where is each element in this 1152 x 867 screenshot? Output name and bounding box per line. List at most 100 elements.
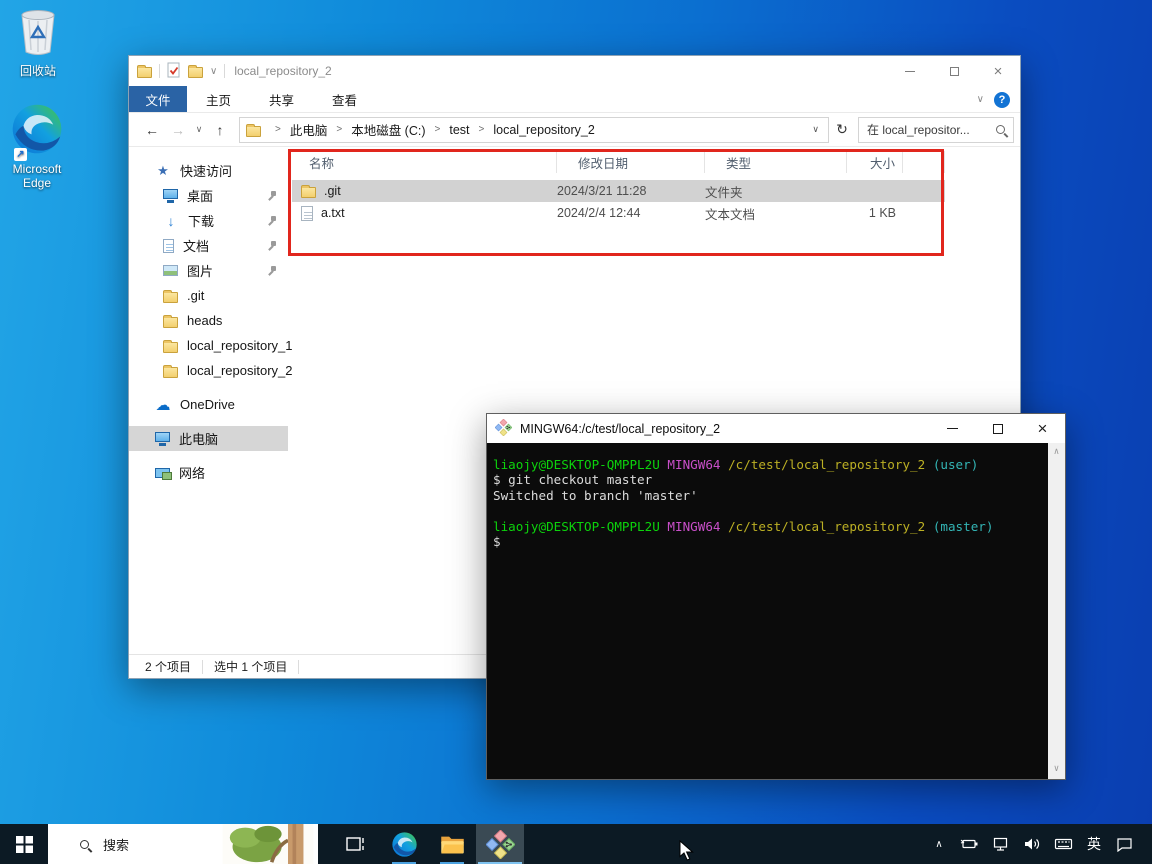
explorer-titlebar: ∨ local_repository_2 × (129, 56, 1020, 86)
file-row-git[interactable]: .git 2024/3/21 11:28 文件夹 (292, 180, 945, 202)
sidebar-item-desktop[interactable]: 桌面 (129, 183, 288, 208)
properties-check-icon[interactable] (167, 62, 181, 81)
taskbar-file-explorer-button[interactable] (428, 824, 476, 864)
start-button[interactable] (0, 824, 48, 864)
hidden-icons-chevron[interactable]: ∧ (928, 833, 950, 855)
search-icon (996, 125, 1005, 134)
tab-share[interactable]: 共享 (250, 86, 313, 112)
sidebar-item-local-repository-1[interactable]: local_repository_1 (129, 333, 288, 358)
maximize-icon (950, 67, 959, 76)
column-header-name[interactable]: 名称 (288, 151, 557, 173)
tab-file[interactable]: 文件 (129, 86, 187, 112)
recycle-bin-label: 回收站 (5, 62, 71, 79)
pictures-icon (163, 265, 178, 276)
ribbon-expand-icon[interactable]: ∨ (977, 94, 984, 105)
help-icon[interactable]: ? (994, 92, 1010, 108)
tab-view[interactable]: 查看 (313, 86, 376, 112)
folder-icon (163, 292, 178, 303)
minimize-button[interactable] (888, 56, 932, 86)
folder-icon (163, 367, 178, 378)
cloud-icon: ☁ (155, 396, 171, 414)
taskbar-search-placeholder: 搜索 (103, 835, 129, 854)
network-icon[interactable] (990, 833, 1012, 855)
sidebar-item-local-repository-2[interactable]: local_repository_2 (129, 358, 288, 383)
forward-icon[interactable]: → (165, 122, 191, 138)
sidebar-item-quick-access[interactable]: ★ 快速访问 (129, 158, 288, 183)
desktop-icon-recycle-bin[interactable]: 回收站 (5, 8, 71, 79)
crumb-separator: > (329, 124, 349, 135)
download-icon: ↓ (163, 213, 179, 229)
selected-count: 选中 1 个项目 (214, 658, 287, 675)
address-toolbar: ← → ∨ ↑ > 此电脑 > 本地磁盘 (C:) > test > local… (129, 113, 1020, 147)
column-header-type[interactable]: 类型 (705, 151, 847, 173)
item-count: 2 个项目 (145, 658, 191, 675)
terminal-minimize-button[interactable] (930, 414, 975, 443)
tab-home[interactable]: 主页 (187, 86, 250, 112)
taskbar-edge-button[interactable] (380, 824, 428, 864)
address-bar[interactable]: > 此电脑 > 本地磁盘 (C:) > test > local_reposit… (239, 117, 829, 143)
volume-icon[interactable] (1021, 833, 1043, 855)
sidebar-item-this-pc[interactable]: 此电脑 (129, 426, 288, 451)
scroll-down-icon[interactable]: ∨ (1054, 762, 1059, 777)
maximize-button[interactable] (932, 56, 976, 86)
terminal-prompt-line: liaojy@DESKTOP-QMPPL2U MINGW64 /c/test/l… (493, 457, 1059, 472)
mingw64-terminal-window: MINGW64:/c/test/local_repository_2 × lia… (486, 413, 1066, 780)
terminal-titlebar: MINGW64:/c/test/local_repository_2 × (487, 414, 1065, 443)
action-center-icon[interactable] (1114, 833, 1136, 855)
column-header-size[interactable]: 大小 (847, 151, 903, 173)
sidebar-item-documents[interactable]: 文档 (129, 233, 288, 258)
terminal-maximize-button[interactable] (975, 414, 1020, 443)
qat-dropdown-icon[interactable]: ∨ (210, 66, 217, 77)
back-icon[interactable]: ← (139, 122, 165, 138)
ime-indicator[interactable]: 英 (1083, 833, 1105, 855)
search-input[interactable]: 在 local_repositor... (858, 117, 1014, 143)
column-header-modified[interactable]: 修改日期 (557, 151, 705, 173)
terminal-prompt-line: liaojy@DESKTOP-QMPPL2U MINGW64 /c/test/l… (493, 519, 1059, 534)
terminal-close-button[interactable]: × (1020, 414, 1065, 443)
refresh-icon[interactable]: ↻ (829, 121, 855, 138)
up-icon[interactable]: ↑ (207, 122, 233, 138)
sidebar-item-onedrive[interactable]: ☁ OneDrive (129, 392, 288, 417)
terminal-output[interactable]: liaojy@DESKTOP-QMPPL2U MINGW64 /c/test/l… (487, 443, 1065, 779)
ribbon-tabs: 文件 主页 共享 查看 ∨ ? (129, 86, 1020, 113)
taskbar-git-bash-button[interactable] (476, 824, 524, 864)
windows-logo-icon (16, 836, 33, 853)
sidebar-item-downloads[interactable]: ↓ 下载 (129, 208, 288, 233)
column-header-extra (903, 151, 945, 173)
terminal-scrollbar[interactable]: ∧ ∨ (1048, 443, 1065, 779)
crumb-separator: > (472, 124, 492, 135)
breadcrumb-local-repository-2[interactable]: local_repository_2 (491, 123, 596, 137)
close-button[interactable]: × (976, 56, 1020, 86)
pin-icon (267, 240, 278, 251)
edge-icon (391, 831, 418, 858)
sidebar-item-network[interactable]: 网络 (129, 460, 288, 485)
touch-keyboard-icon[interactable] (1052, 833, 1074, 855)
taskbar-search-input[interactable]: 搜索 (48, 824, 318, 864)
sidebar-item-heads[interactable]: heads (129, 308, 288, 333)
recycle-bin-icon (18, 8, 58, 59)
task-view-button[interactable] (332, 824, 380, 864)
folder-icon (163, 342, 178, 353)
pin-icon (267, 215, 278, 226)
desktop-icon-small (163, 189, 178, 199)
sidebar-item-pictures[interactable]: 图片 (129, 258, 288, 283)
search-box-text: 在 local_repositor... (867, 121, 970, 138)
breadcrumb-this-pc[interactable]: 此电脑 (288, 120, 330, 139)
terminal-title: MINGW64:/c/test/local_repository_2 (520, 422, 720, 436)
desktop-icon-edge[interactable]: ↗ Microsoft Edge (4, 102, 70, 190)
system-tray: ∧ 英 (928, 824, 1152, 864)
file-row-a-txt[interactable]: a.txt 2024/2/4 12:44 文本文档 1 KB (292, 202, 945, 224)
crumb-separator: > (268, 124, 288, 135)
address-dropdown-icon[interactable]: ∨ (812, 124, 828, 135)
battery-icon[interactable] (959, 833, 981, 855)
sidebar-item-git[interactable]: .git (129, 283, 288, 308)
recent-locations-icon[interactable]: ∨ (191, 124, 207, 135)
new-folder-icon[interactable] (188, 67, 203, 78)
breadcrumb-test[interactable]: test (447, 123, 471, 137)
mouse-cursor (679, 840, 695, 867)
breadcrumb-local-disk-c[interactable]: 本地磁盘 (C:) (349, 120, 427, 139)
scroll-up-icon[interactable]: ∧ (1054, 445, 1059, 460)
star-icon: ★ (155, 163, 171, 179)
folder-icon (163, 317, 178, 328)
folder-icon (137, 67, 152, 78)
